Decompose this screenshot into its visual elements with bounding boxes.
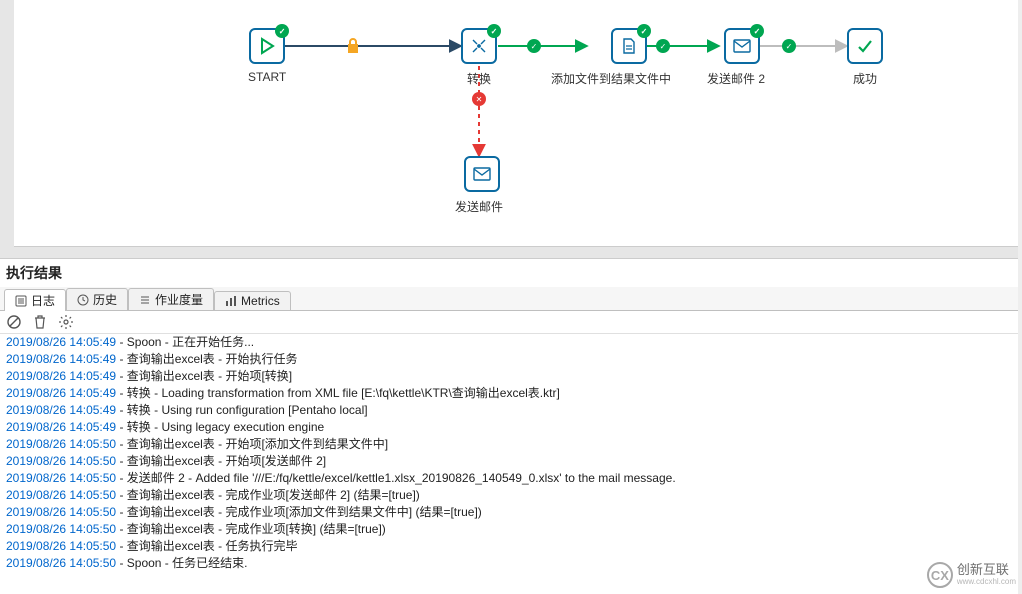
tab-history[interactable]: 历史 (66, 288, 128, 310)
log-output[interactable]: 2019/08/26 14:05:49 - Spoon - 正在开始任务...2… (0, 334, 1022, 572)
tab-label: Metrics (241, 294, 280, 308)
tab-label: 日志 (31, 292, 55, 309)
status-ok-badge (487, 24, 501, 38)
results-tabs: 日志 历史 作业度量 Metrics (0, 287, 1022, 311)
tab-label: 作业度量 (155, 291, 203, 308)
hop-success-icon (782, 39, 796, 53)
file-icon (620, 37, 638, 55)
node-label: 发送邮件 2 (707, 70, 765, 87)
mail-icon (733, 39, 751, 53)
job-canvas[interactable]: START 转换 添加文件到结果文件中 发送邮件 2 成功 发送邮件 (0, 0, 1022, 258)
tab-log[interactable]: 日志 (4, 289, 66, 311)
log-line: 2019/08/26 14:05:49 - 查询输出excel表 - 开始执行任… (6, 351, 1016, 368)
node-label: 发送邮件 (455, 198, 503, 215)
log-toolbar (0, 311, 1022, 334)
history-icon (77, 294, 89, 306)
node-label: START (248, 70, 286, 84)
node-add-file[interactable]: 添加文件到结果文件中 (587, 28, 671, 87)
check-icon (856, 37, 874, 55)
watermark-domain: www.cdcxhl.com (957, 578, 1016, 587)
log-line: 2019/08/26 14:05:50 - 查询输出excel表 - 完成作业项… (6, 487, 1016, 504)
status-ok-badge (750, 24, 764, 38)
log-icon (15, 295, 27, 307)
log-settings-button[interactable] (58, 314, 74, 330)
status-ok-badge (275, 24, 289, 38)
transform-icon (470, 37, 488, 55)
play-icon (258, 37, 276, 55)
watermark-brand: 创新互联 (957, 563, 1016, 577)
log-line: 2019/08/26 14:05:50 - 查询输出excel表 - 开始项[添… (6, 436, 1016, 453)
metrics-icon (225, 295, 237, 307)
watermark: CX 创新互联 www.cdcxhl.com (927, 562, 1016, 588)
watermark-logo: CX (927, 562, 953, 588)
hop-error-icon (472, 92, 486, 106)
log-line: 2019/08/26 14:05:50 - 查询输出excel表 - 任务执行完… (6, 538, 1016, 555)
mail-icon (473, 167, 491, 181)
tab-metrics[interactable]: Metrics (214, 291, 291, 310)
log-line: 2019/08/26 14:05:49 - 转换 - Loading trans… (6, 385, 1016, 402)
tab-label: 历史 (93, 291, 117, 308)
log-line: 2019/08/26 14:05:49 - 转换 - Using run con… (6, 402, 1016, 419)
status-ok-badge (637, 24, 651, 38)
hop-success-icon (527, 39, 541, 53)
node-start[interactable]: START (248, 28, 286, 84)
metrics-cn-icon (139, 294, 151, 306)
right-scrollbar[interactable] (1018, 0, 1022, 594)
node-transform[interactable]: 转换 (461, 28, 497, 87)
log-line: 2019/08/26 14:05:49 - 转换 - Using legacy … (6, 419, 1016, 436)
node-send-mail-2[interactable]: 发送邮件 2 (719, 28, 765, 87)
log-line: 2019/08/26 14:05:50 - Spoon - 任务已经结束. (6, 555, 1016, 572)
node-label: 成功 (847, 70, 883, 87)
log-line: 2019/08/26 14:05:49 - 查询输出excel表 - 开始项[转… (6, 368, 1016, 385)
log-line: 2019/08/26 14:05:50 - 查询输出excel表 - 开始项[发… (6, 453, 1016, 470)
log-line: 2019/08/26 14:05:49 - Spoon - 正在开始任务... (6, 334, 1016, 351)
tab-job-metrics[interactable]: 作业度量 (128, 288, 214, 310)
log-line: 2019/08/26 14:05:50 - 查询输出excel表 - 完成作业项… (6, 521, 1016, 538)
canvas-scrollbar-horizontal[interactable] (14, 246, 1022, 258)
stop-button[interactable] (6, 314, 22, 330)
clear-log-button[interactable] (32, 314, 48, 330)
node-send-mail[interactable]: 发送邮件 (461, 156, 503, 215)
unconditional-lock-icon (346, 38, 360, 57)
node-label: 添加文件到结果文件中 (551, 70, 671, 87)
node-label: 转换 (461, 70, 497, 87)
log-line: 2019/08/26 14:05:50 - 发送邮件 2 - Added fil… (6, 470, 1016, 487)
node-success[interactable]: 成功 (847, 28, 883, 87)
log-line: 2019/08/26 14:05:50 - 查询输出excel表 - 完成作业项… (6, 504, 1016, 521)
results-title: 执行结果 (0, 258, 1022, 287)
